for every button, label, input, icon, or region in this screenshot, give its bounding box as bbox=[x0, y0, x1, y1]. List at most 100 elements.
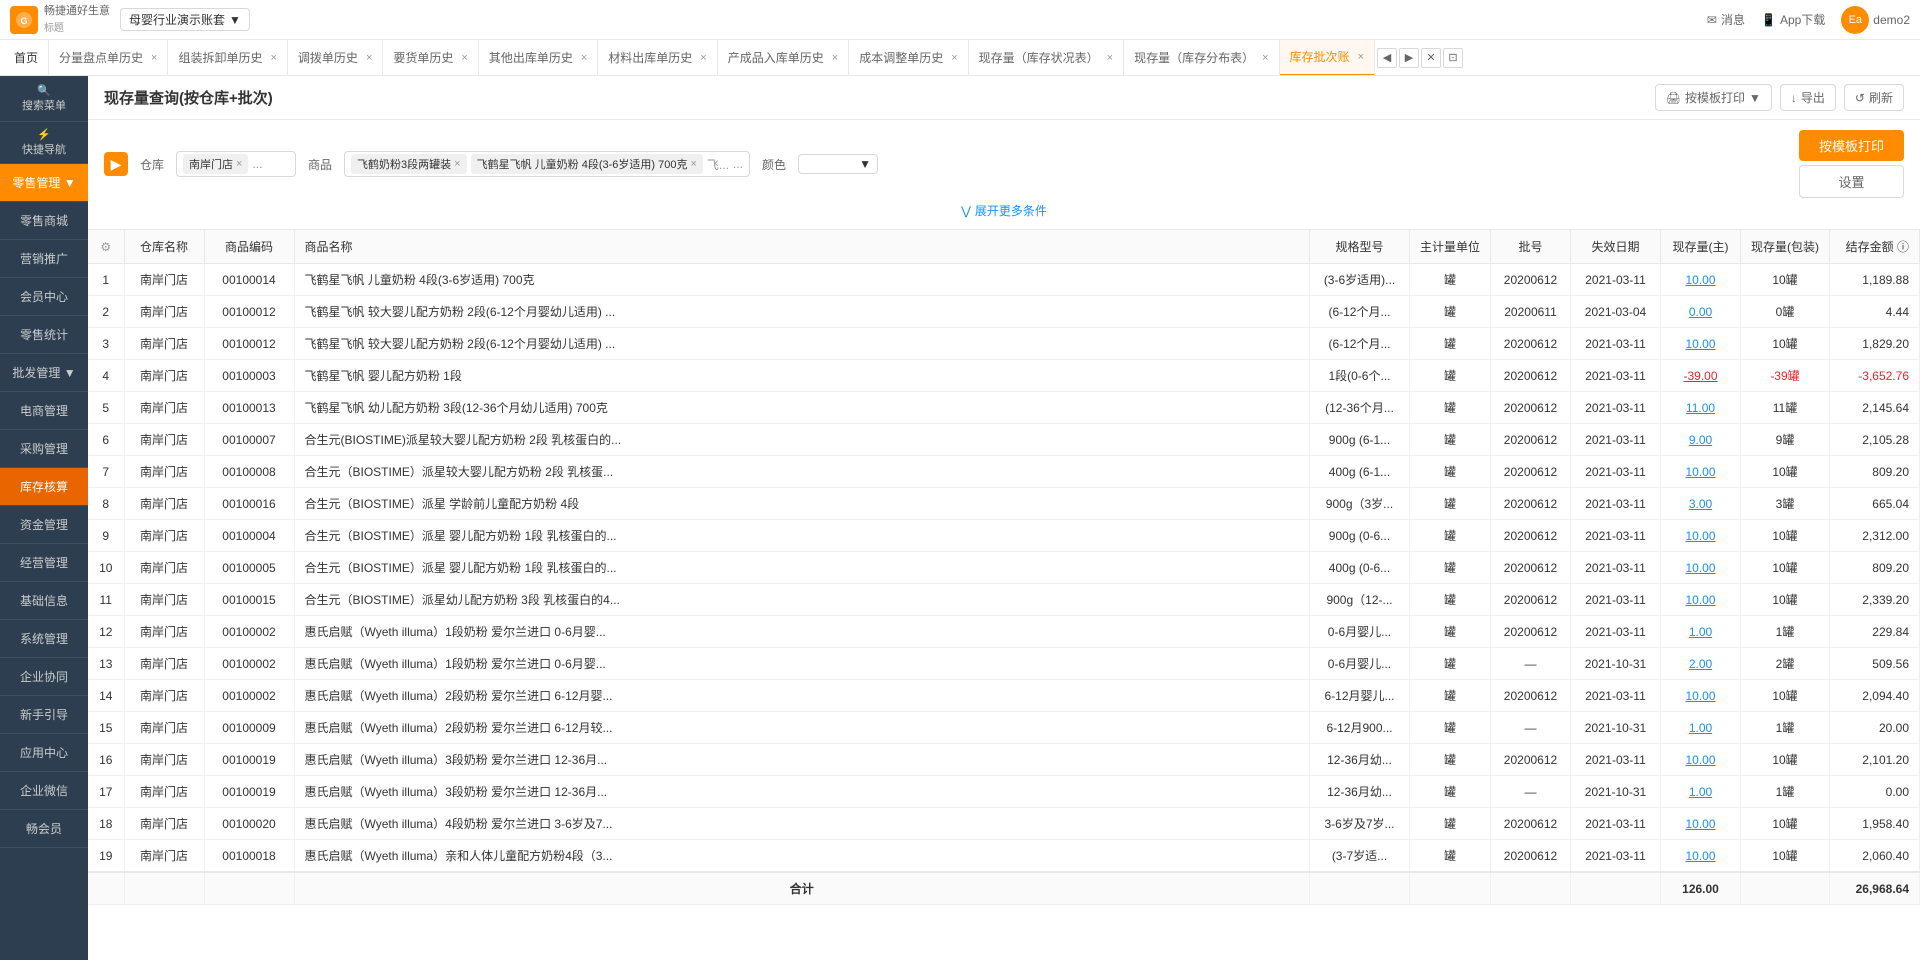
sidebar-search[interactable]: 🔍 搜索菜单 bbox=[0, 76, 88, 122]
tab-11-active[interactable]: 库存批次账 × bbox=[1280, 40, 1375, 76]
row-stock-main[interactable]: 10.00 bbox=[1661, 552, 1741, 584]
tab-close-3[interactable]: × bbox=[366, 52, 372, 64]
product-tag-2[interactable]: 飞鹤星飞帆 儿童奶粉 4段(3-6岁适用) 700克 × bbox=[471, 154, 703, 174]
product-tag-1[interactable]: 飞鹤奶粉3段两罐装 × bbox=[351, 154, 467, 174]
app-download-btn[interactable]: 📱 App下载 bbox=[1761, 11, 1825, 28]
product-more[interactable]: 飞... bbox=[707, 156, 729, 173]
row-stock-main[interactable]: 10.00 bbox=[1661, 840, 1741, 873]
sidebar-item-members[interactable]: 会员中心 bbox=[0, 278, 88, 316]
row-stock-main[interactable]: 10.00 bbox=[1661, 328, 1741, 360]
tab-home[interactable]: 首页 bbox=[4, 40, 49, 76]
row-stock-main[interactable]: 10.00 bbox=[1661, 680, 1741, 712]
sidebar-item-ecommerce[interactable]: 电商管理 bbox=[0, 392, 88, 430]
print-button[interactable]: 🖨 按模板打印 ▼ bbox=[1655, 84, 1772, 111]
tab-6[interactable]: 材料出库单历史 × bbox=[598, 40, 717, 76]
row-stock-main[interactable]: 2.00 bbox=[1661, 648, 1741, 680]
row-stock-main[interactable]: 10.00 bbox=[1661, 584, 1741, 616]
tab-2[interactable]: 组装拆卸单历史 × bbox=[168, 40, 287, 76]
search-button[interactable]: 按模板打印 bbox=[1799, 130, 1904, 161]
user-area[interactable]: Ea demo2 bbox=[1841, 6, 1910, 34]
sidebar-item-operations[interactable]: 经营管理 bbox=[0, 544, 88, 582]
row-stock-main[interactable]: 0.00 bbox=[1661, 296, 1741, 328]
sidebar-item-apps[interactable]: 应用中心 bbox=[0, 734, 88, 772]
tab-close-7[interactable]: × bbox=[832, 52, 838, 64]
row-warehouse: 南岸门店 bbox=[124, 488, 204, 520]
tab-8[interactable]: 成本调整单历史 × bbox=[849, 40, 968, 76]
tab-9[interactable]: 现存量（库存状况表） × bbox=[969, 40, 1124, 76]
sidebar-item-basic-info[interactable]: 基础信息 bbox=[0, 582, 88, 620]
warehouse-more[interactable]: ... bbox=[252, 157, 262, 171]
tab-next-btn[interactable]: ▶ bbox=[1399, 48, 1419, 68]
sidebar-item-purchase[interactable]: 采购管理 bbox=[0, 430, 88, 468]
row-stock-main[interactable]: -39.00 bbox=[1661, 360, 1741, 392]
row-num: 11 bbox=[88, 584, 124, 616]
sidebar-item-enterprise[interactable]: 企业协同 bbox=[0, 658, 88, 696]
row-stock-main[interactable]: 11.00 bbox=[1661, 392, 1741, 424]
sidebar-item-retail-stats[interactable]: 零售统计 bbox=[0, 316, 88, 354]
color-dropdown-icon: ▼ bbox=[859, 157, 871, 171]
row-balance: 665.04 bbox=[1830, 488, 1920, 520]
account-selector[interactable]: 母婴行业演示账套 ▼ bbox=[120, 8, 250, 31]
tab-close-2[interactable]: × bbox=[270, 52, 276, 64]
sidebar-item-wholesale[interactable]: 批发管理 ▼ bbox=[0, 354, 88, 392]
row-stock-main[interactable]: 10.00 bbox=[1661, 808, 1741, 840]
warehouse-tag-1[interactable]: 南岸门店 × bbox=[183, 154, 248, 174]
row-stock-main[interactable]: 1.00 bbox=[1661, 616, 1741, 648]
warehouse-tag-remove[interactable]: × bbox=[236, 158, 242, 170]
tab-10[interactable]: 现存量（库存分布表） × bbox=[1124, 40, 1279, 76]
message-btn[interactable]: ✉ 消息 bbox=[1707, 11, 1745, 28]
settings-button[interactable]: 设置 bbox=[1799, 165, 1904, 198]
row-stock-main[interactable]: 10.00 bbox=[1661, 744, 1741, 776]
row-stock-main[interactable]: 10.00 bbox=[1661, 456, 1741, 488]
row-stock-main[interactable]: 1.00 bbox=[1661, 776, 1741, 808]
sidebar-item-inventory[interactable]: 库存核算 bbox=[0, 468, 88, 506]
tab-1[interactable]: 分量盘点单历史 × bbox=[49, 40, 168, 76]
gear-icon[interactable]: ⚙ bbox=[100, 240, 111, 254]
sidebar-item-retail-mgmt[interactable]: 零售管理 ▼ bbox=[0, 164, 88, 202]
tab-close-4[interactable]: × bbox=[461, 52, 467, 64]
sidebar-item-finance[interactable]: 资金管理 bbox=[0, 506, 88, 544]
col-header-gear[interactable]: ⚙ bbox=[88, 230, 124, 264]
tab-close-8[interactable]: × bbox=[951, 52, 957, 64]
tab-close-9[interactable]: × bbox=[1107, 52, 1113, 64]
tab-expand-btn[interactable]: ⊡ bbox=[1443, 48, 1463, 68]
row-stock-main[interactable]: 3.00 bbox=[1661, 488, 1741, 520]
tab-prev-btn[interactable]: ◀ bbox=[1377, 48, 1397, 68]
tab-7[interactable]: 产成品入库单历史 × bbox=[718, 40, 849, 76]
export-button[interactable]: ↓ 导出 bbox=[1780, 84, 1836, 111]
sidebar-item-retail-mall[interactable]: 零售商城 bbox=[0, 202, 88, 240]
filter-toggle-btn[interactable]: ▶ bbox=[104, 152, 128, 176]
color-filter[interactable]: ▼ bbox=[798, 154, 878, 174]
tab-close-all-btn[interactable]: ✕ bbox=[1421, 48, 1441, 68]
table-row: 1 南岸门店 00100014 飞鹤星飞帆 儿童奶粉 4段(3-6岁适用) 70… bbox=[88, 264, 1920, 296]
row-stock-main[interactable]: 10.00 bbox=[1661, 520, 1741, 552]
tab-close-5[interactable]: × bbox=[581, 52, 587, 64]
product-more-dots[interactable]: ... bbox=[733, 157, 743, 171]
tab-close-1[interactable]: × bbox=[151, 52, 157, 64]
export-icon: ↓ bbox=[1791, 91, 1797, 105]
row-stock-main[interactable]: 1.00 bbox=[1661, 712, 1741, 744]
tab-close-10[interactable]: × bbox=[1262, 52, 1268, 64]
sidebar-item-guide[interactable]: 新手引导 bbox=[0, 696, 88, 734]
filter-expand-btn[interactable]: ⋁ 展开更多条件 bbox=[104, 202, 1904, 219]
row-stock-main[interactable]: 9.00 bbox=[1661, 424, 1741, 456]
row-batch: — bbox=[1491, 776, 1571, 808]
product-filter[interactable]: 飞鹤奶粉3段两罐装 × 飞鹤星飞帆 儿童奶粉 4段(3-6岁适用) 700克 ×… bbox=[344, 151, 750, 177]
tab-close-11[interactable]: × bbox=[1358, 51, 1364, 63]
sidebar-item-marketing[interactable]: 营销推广 bbox=[0, 240, 88, 278]
tab-4[interactable]: 要货单历史 × bbox=[383, 40, 478, 76]
refresh-button[interactable]: ↺ 刷新 bbox=[1844, 84, 1904, 111]
row-stock-main[interactable]: 10.00 bbox=[1661, 264, 1741, 296]
tab-3[interactable]: 调拨单历史 × bbox=[288, 40, 383, 76]
sidebar-quick-nav[interactable]: ⚡ 快捷导航 bbox=[0, 122, 88, 164]
row-stock-pkg: 10罐 bbox=[1741, 328, 1830, 360]
product-tag-1-remove[interactable]: × bbox=[454, 158, 460, 170]
tab-close-6[interactable]: × bbox=[700, 52, 706, 64]
warehouse-filter[interactable]: 南岸门店 × ... bbox=[176, 151, 296, 177]
product-tag-2-remove[interactable]: × bbox=[690, 158, 696, 170]
sidebar-item-vip[interactable]: 畅会员 bbox=[0, 810, 88, 848]
sidebar-item-system[interactable]: 系统管理 bbox=[0, 620, 88, 658]
tab-5[interactable]: 其他出库单历史 × bbox=[479, 40, 598, 76]
row-warehouse: 南岸门店 bbox=[124, 264, 204, 296]
sidebar-item-weixin[interactable]: 企业微信 bbox=[0, 772, 88, 810]
